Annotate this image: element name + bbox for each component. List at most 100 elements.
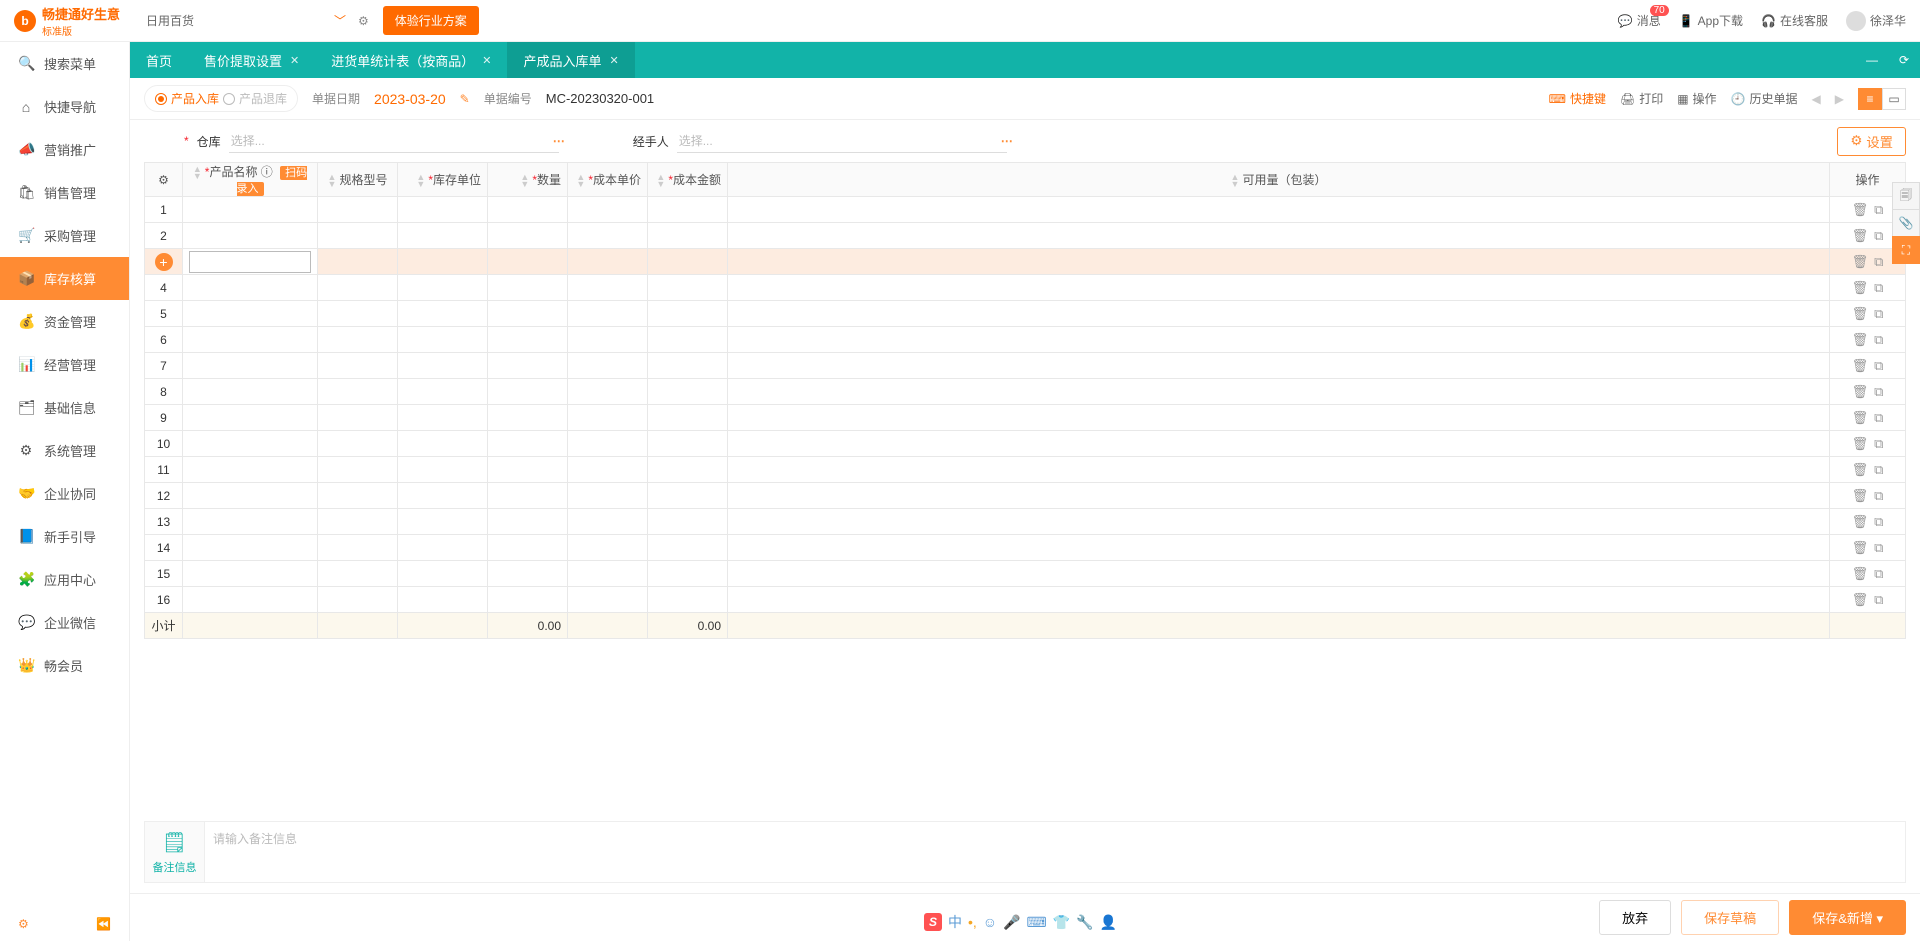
sidebar-item-11[interactable]: 📘新手引导 bbox=[0, 515, 129, 558]
tab-3[interactable]: 产成品入库单✕ bbox=[507, 42, 634, 78]
close-icon[interactable]: ✕ bbox=[610, 54, 619, 67]
remark-input[interactable] bbox=[205, 822, 1905, 882]
operate-link[interactable]: ▦操作 bbox=[1677, 90, 1716, 107]
delete-icon[interactable]: 🗑 bbox=[1852, 254, 1869, 269]
delete-icon[interactable]: 🗑 bbox=[1852, 592, 1869, 607]
shortcut-link[interactable]: ⌨快捷键 bbox=[1549, 90, 1606, 107]
remark-tab[interactable]: 🗒 备注信息 bbox=[145, 822, 205, 882]
table-row[interactable]: 14🗑⧉ bbox=[145, 535, 1906, 561]
discard-button[interactable]: 放弃 bbox=[1599, 900, 1671, 935]
ime-keyboard-icon[interactable]: ⌨ bbox=[1027, 914, 1047, 931]
copy-icon[interactable]: ⧉ bbox=[1874, 410, 1883, 425]
delete-icon[interactable]: 🗑 bbox=[1852, 540, 1869, 555]
more-icon[interactable]: ⋯ bbox=[553, 134, 565, 148]
sidebar-item-12[interactable]: 🧩应用中心 bbox=[0, 558, 129, 601]
delete-icon[interactable]: 🗑 bbox=[1852, 306, 1869, 321]
sidebar-item-13[interactable]: 💬企业微信 bbox=[0, 601, 129, 644]
copy-icon[interactable]: ⧉ bbox=[1874, 566, 1883, 581]
delete-icon[interactable]: 🗑 bbox=[1852, 332, 1869, 347]
next-icon[interactable]: ▶ bbox=[1835, 92, 1844, 106]
online-service-link[interactable]: 🎧 在线客服 bbox=[1761, 12, 1828, 29]
settings-button[interactable]: ⚙ 设置 bbox=[1837, 127, 1906, 156]
sidebar-item-4[interactable]: 🛒采购管理 bbox=[0, 214, 129, 257]
table-row[interactable]: 6🗑⧉ bbox=[145, 327, 1906, 353]
col-spec[interactable]: ▲▼规格型号 bbox=[318, 163, 398, 197]
delete-icon[interactable]: 🗑 bbox=[1852, 202, 1869, 217]
table-row[interactable]: 12🗑⧉ bbox=[145, 483, 1906, 509]
delete-icon[interactable]: 🗑 bbox=[1852, 514, 1869, 529]
copy-icon[interactable]: ⧉ bbox=[1874, 254, 1883, 269]
sidebar-item-5[interactable]: 📦库存核算 bbox=[0, 257, 129, 300]
table-row[interactable]: 4🗑⧉ bbox=[145, 275, 1906, 301]
delete-icon[interactable]: 🗑 bbox=[1852, 462, 1869, 477]
copy-icon[interactable]: ⧉ bbox=[1874, 540, 1883, 555]
delete-icon[interactable]: 🗑 bbox=[1852, 410, 1869, 425]
sidebar-item-7[interactable]: 📊经营管理 bbox=[0, 343, 129, 386]
tab-refresh-button[interactable]: ⟳ bbox=[1888, 42, 1920, 78]
more-icon[interactable]: ⋯ bbox=[1001, 134, 1013, 148]
sidebar-item-10[interactable]: 🤝企业协同 bbox=[0, 472, 129, 515]
edit-icon[interactable]: ✎ bbox=[460, 92, 470, 106]
sidebar-item-8[interactable]: 🗂基础信息 bbox=[0, 386, 129, 429]
table-row[interactable]: 1🗑⧉ bbox=[145, 197, 1906, 223]
table-row[interactable]: 16🗑⧉ bbox=[145, 587, 1906, 613]
col-avail[interactable]: ▲▼可用量（包装） bbox=[728, 163, 1830, 197]
ime-punct-icon[interactable]: •, bbox=[968, 914, 977, 930]
dock-attach-icon[interactable]: 📎 bbox=[1892, 209, 1920, 237]
sidebar-item-2[interactable]: 📣营销推广 bbox=[0, 128, 129, 171]
sidebar-item-0[interactable]: 🔍搜索菜单 bbox=[0, 42, 129, 85]
table-row[interactable]: 2🗑⧉ bbox=[145, 223, 1906, 249]
table-row[interactable]: 5🗑⧉ bbox=[145, 301, 1906, 327]
sidebar-item-14[interactable]: 👑畅会员 bbox=[0, 644, 129, 687]
messages-link[interactable]: 💬 消息 70 bbox=[1618, 12, 1661, 29]
ime-skin-icon[interactable]: 👕 bbox=[1053, 914, 1070, 931]
handler-input[interactable] bbox=[677, 130, 1007, 153]
list-view-button[interactable]: ≡ bbox=[1858, 88, 1882, 110]
table-row[interactable]: 15🗑⧉ bbox=[145, 561, 1906, 587]
save-draft-button[interactable]: 保存草稿 bbox=[1681, 900, 1779, 935]
table-row[interactable]: 7🗑⧉ bbox=[145, 353, 1906, 379]
copy-icon[interactable]: ⧉ bbox=[1874, 358, 1883, 373]
sidebar-item-1[interactable]: ⌂快捷导航 bbox=[0, 85, 129, 128]
table-row[interactable]: 8🗑⧉ bbox=[145, 379, 1906, 405]
tab-0[interactable]: 首页 bbox=[130, 42, 188, 78]
collapse-icon[interactable]: ⏪ bbox=[96, 917, 111, 931]
col-price[interactable]: ▲▼*成本单价 bbox=[568, 163, 648, 197]
close-icon[interactable]: ✕ bbox=[290, 54, 299, 67]
copy-icon[interactable]: ⧉ bbox=[1874, 280, 1883, 295]
copy-icon[interactable]: ⧉ bbox=[1874, 306, 1883, 321]
copy-icon[interactable]: ⧉ bbox=[1874, 436, 1883, 451]
print-link[interactable]: 🖨打印 bbox=[1620, 90, 1663, 107]
table-row[interactable]: 11🗑⧉ bbox=[145, 457, 1906, 483]
gear-icon[interactable]: ⚙ bbox=[358, 14, 369, 28]
warehouse-input[interactable] bbox=[229, 130, 559, 153]
table-row[interactable]: 13🗑⧉ bbox=[145, 509, 1906, 535]
user-menu[interactable]: 徐泽华 bbox=[1846, 11, 1906, 31]
table-row[interactable]: 9🗑⧉ bbox=[145, 405, 1906, 431]
prev-icon[interactable]: ◀ bbox=[1812, 92, 1821, 106]
close-icon[interactable]: ✕ bbox=[482, 54, 491, 67]
copy-icon[interactable]: ⧉ bbox=[1874, 202, 1883, 217]
ime-user-icon[interactable]: 👤 bbox=[1100, 914, 1117, 931]
settings-icon[interactable]: ⚙ bbox=[18, 917, 29, 931]
copy-icon[interactable]: ⧉ bbox=[1874, 332, 1883, 347]
delete-icon[interactable]: 🗑 bbox=[1852, 566, 1869, 581]
save-new-button[interactable]: 保存&新增 ▾ bbox=[1789, 900, 1906, 935]
delete-icon[interactable]: 🗑 bbox=[1852, 358, 1869, 373]
business-selector[interactable]: 日用百货 ﹀ bbox=[146, 12, 346, 29]
card-view-button[interactable]: ▭ bbox=[1882, 88, 1906, 110]
copy-icon[interactable]: ⧉ bbox=[1874, 514, 1883, 529]
col-config[interactable]: ⚙ bbox=[145, 163, 183, 197]
dock-expand-icon[interactable]: ⛶ bbox=[1892, 236, 1920, 264]
copy-icon[interactable]: ⧉ bbox=[1874, 462, 1883, 477]
delete-icon[interactable]: 🗑 bbox=[1852, 384, 1869, 399]
ime-cn-icon[interactable]: 中 bbox=[948, 912, 962, 932]
date-value[interactable]: 2023-03-20 bbox=[374, 91, 446, 107]
add-row-button[interactable]: + bbox=[155, 253, 173, 271]
tab-1[interactable]: 售价提取设置✕ bbox=[188, 42, 315, 78]
sidebar-item-3[interactable]: 🛍销售管理 bbox=[0, 171, 129, 214]
ime-s-icon[interactable]: S bbox=[924, 913, 942, 931]
name-cell-input[interactable] bbox=[189, 251, 311, 273]
try-industry-button[interactable]: 体验行业方案 bbox=[383, 6, 479, 35]
sidebar-item-6[interactable]: 💰资金管理 bbox=[0, 300, 129, 343]
